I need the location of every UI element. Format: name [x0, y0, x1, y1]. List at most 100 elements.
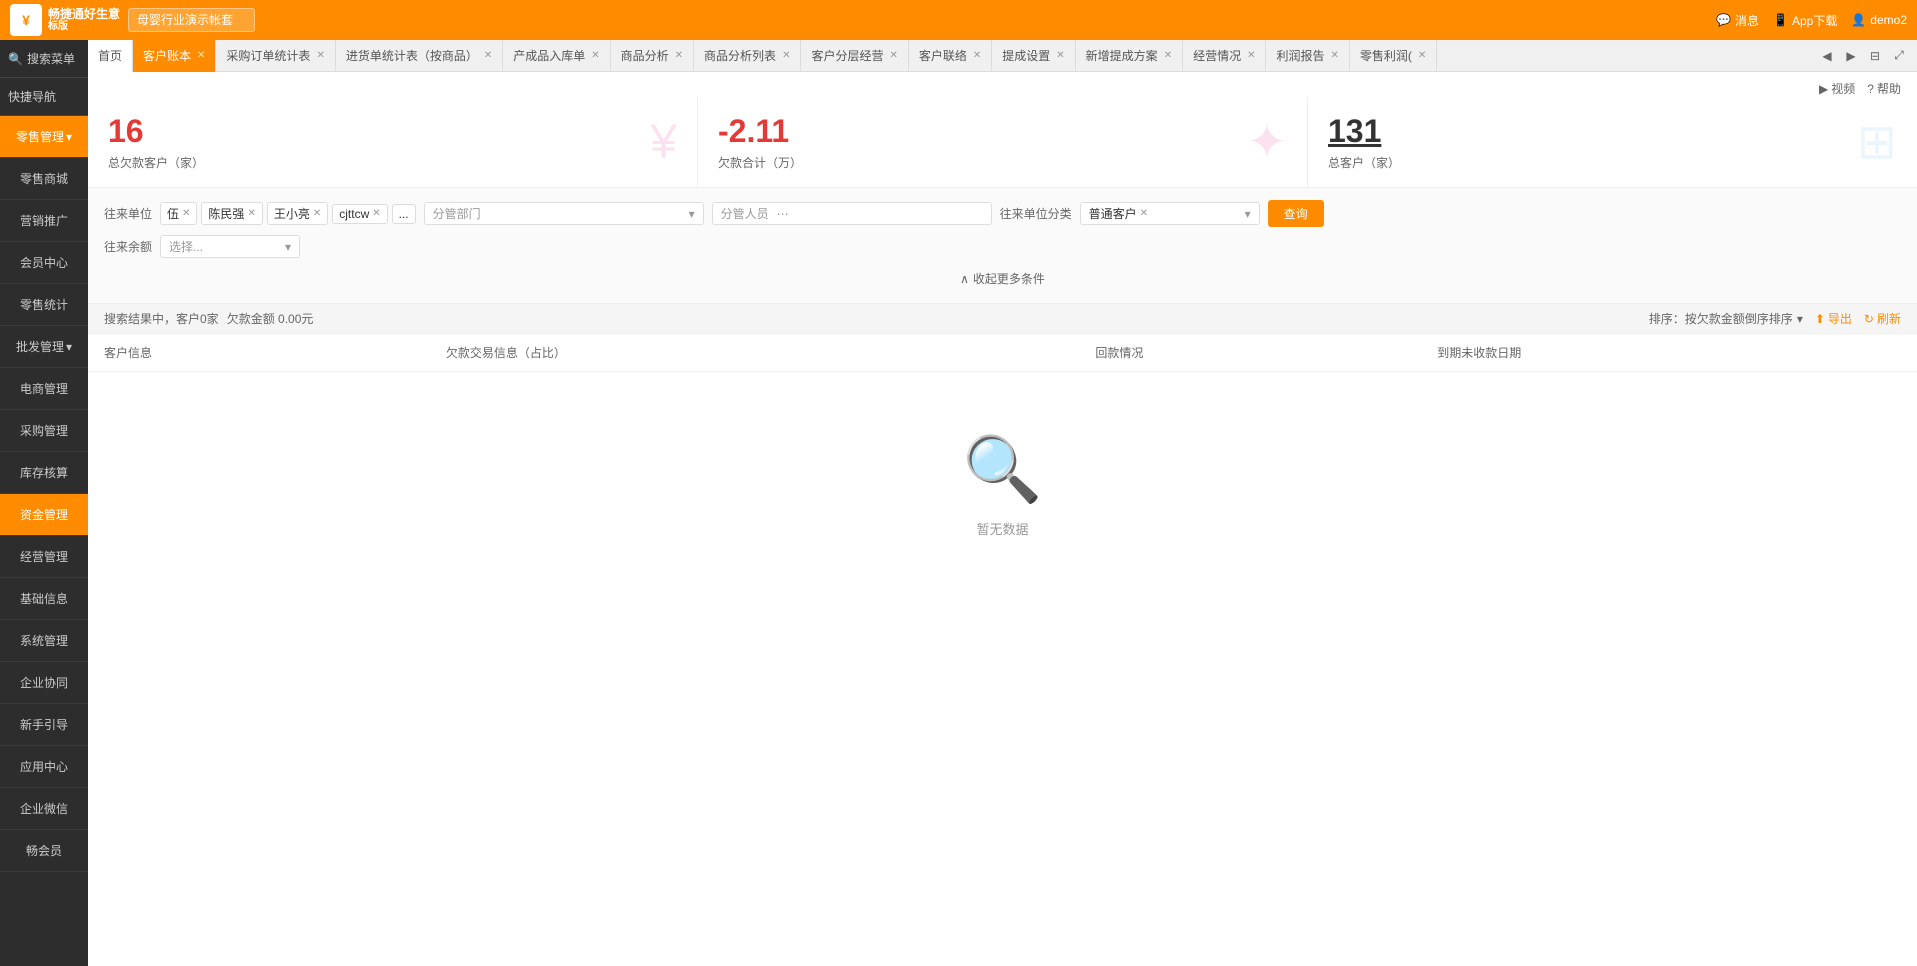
content-area: 首页 客户账本 ✕ 采购订单统计表 ✕ 进货单统计表（按商品） ✕ 产成品入库单… [88, 40, 1917, 966]
top-bar: ¥ 畅捷通好生意 标版 母婴行业演示帐套 💬 消息 📱 App下载 👤 demo… [0, 0, 1917, 40]
sidebar-quick-nav[interactable]: 快捷导航 [0, 78, 88, 116]
export-btn[interactable]: ⬆ 导出 [1815, 310, 1852, 327]
unit-tag-wang-close[interactable]: ✕ [313, 208, 321, 219]
tab-purchase-order-stats[interactable]: 采购订单统计表 ✕ [216, 40, 335, 72]
tab-close-commission[interactable]: ✕ [1056, 50, 1064, 61]
app-download-btn[interactable]: 📱 App下载 [1773, 12, 1837, 29]
user-avatar[interactable]: 👤 demo2 [1851, 13, 1907, 27]
tab-profit-report[interactable]: 利润报告 ✕ [1266, 40, 1349, 72]
tab-retail-profit[interactable]: 零售利润( ✕ [1350, 40, 1437, 72]
tab-product-analysis-list[interactable]: 商品分析列表 ✕ [694, 40, 801, 72]
tab-close-profit-report[interactable]: ✕ [1331, 50, 1339, 61]
tab-new-commission[interactable]: 新增提成方案 ✕ [1076, 40, 1183, 72]
sidebar-item-purchase[interactable]: 采购管理 [0, 410, 88, 452]
sidebar-item-label-14: 新手引导 [20, 718, 68, 732]
sidebar-item-ecommerce[interactable]: 电商管理 [0, 368, 88, 410]
sidebar-item-changhui[interactable]: 畅会员 [0, 830, 88, 872]
unit-tag-cjttcw-close[interactable]: ✕ [372, 208, 380, 219]
sort-select[interactable]: 排序：按欠款金额倒序排序 ▾ [1649, 310, 1803, 327]
sidebar-item-app-center[interactable]: 应用中心 [0, 746, 88, 788]
unit-type-filter-select[interactable]: 普通客户 ✕ ▾ [1080, 202, 1260, 225]
tab-close-customer-ledger[interactable]: ✕ [197, 50, 205, 61]
unit-tag-wu-close[interactable]: ✕ [182, 208, 190, 219]
sort-label: 排序：按欠款金额倒序排序 [1649, 310, 1793, 327]
tab-fullscreen[interactable]: ⤢ [1889, 46, 1909, 66]
tab-close-purchase-order[interactable]: ✕ [316, 50, 324, 61]
tab-label-new-commission: 新增提成方案 [1086, 47, 1158, 64]
video-help-btn[interactable]: ▶ 视频 [1819, 80, 1855, 97]
sidebar-item-enterprise-collab[interactable]: 企业协同 [0, 662, 88, 704]
tab-customer-ledger[interactable]: 客户账本 ✕ [133, 40, 216, 72]
tab-product-analysis[interactable]: 商品分析 ✕ [611, 40, 694, 72]
sidebar-item-basic-info[interactable]: 基础信息 [0, 578, 88, 620]
sidebar-item-marketing[interactable]: 营销推广 [0, 200, 88, 242]
tab-scroll-right[interactable]: ▶ [1841, 46, 1861, 66]
sidebar-item-retail-management[interactable]: 零售管理 ▾ [0, 116, 88, 158]
refresh-btn[interactable]: ↻ 刷新 [1864, 310, 1901, 327]
sidebar-search[interactable]: 🔍 搜索菜单 [0, 40, 88, 78]
person-more-icon[interactable]: ⋯ [777, 207, 789, 221]
tab-label-profit-report: 利润报告 [1276, 47, 1324, 64]
tab-label-commission: 提成设置 [1002, 47, 1050, 64]
tab-close-customer-contact[interactable]: ✕ [973, 50, 981, 61]
sidebar-item-label-7: 采购管理 [20, 424, 68, 438]
sort-arrow-icon: ▾ [1797, 312, 1803, 326]
filter-row-1: 往来单位 伍 ✕ 陈民强 ✕ 王小亮 ✕ [104, 200, 1901, 227]
help-btn[interactable]: ? 帮助 [1867, 80, 1901, 97]
col-customer-info: 客户信息 [88, 334, 430, 372]
sidebar-item-retail-stats[interactable]: 零售统计 [0, 284, 88, 326]
tab-close-inbound[interactable]: ✕ [484, 50, 492, 61]
sidebar-item-beginner-guide[interactable]: 新手引导 [0, 704, 88, 746]
tab-close-customer-layer[interactable]: ✕ [889, 50, 897, 61]
person-filter-select[interactable]: 分管人员 ⋯ [712, 202, 992, 225]
sidebar-item-operations[interactable]: 经营管理 [0, 536, 88, 578]
message-label: 消息 [1735, 12, 1759, 29]
tab-close-product-list[interactable]: ✕ [782, 50, 790, 61]
sidebar-item-retail-mall[interactable]: 零售商城 [0, 158, 88, 200]
industry-selector[interactable]: 母婴行业演示帐套 [128, 8, 255, 32]
home-tab-label: 首页 [98, 47, 122, 64]
tab-scroll-left[interactable]: ◀ [1817, 46, 1837, 66]
tab-close-product-analysis[interactable]: ✕ [675, 50, 683, 61]
sidebar-item-inventory[interactable]: 库存核算 [0, 452, 88, 494]
dept-filter-select[interactable]: 分管部门 ▾ [424, 202, 704, 225]
tab-close-new-commission[interactable]: ✕ [1164, 50, 1172, 61]
tab-label-purchase-order: 采购订单统计表 [226, 47, 310, 64]
tab-label-retail-profit: 零售利润( [1360, 47, 1412, 64]
tab-expand[interactable]: ⊟ [1865, 46, 1885, 66]
tab-operations[interactable]: 经营情况 ✕ [1183, 40, 1266, 72]
unit-type-tag-close[interactable]: ✕ [1140, 208, 1148, 219]
unit-tag-chen-close[interactable]: ✕ [247, 208, 255, 219]
video-label: 视频 [1831, 80, 1855, 97]
unit-tag-wang: 王小亮 ✕ [267, 202, 328, 225]
search-result-text: 搜索结果中，客户0家 [104, 310, 219, 327]
play-icon: ▶ [1819, 82, 1828, 96]
unit-tag-more[interactable]: ... [392, 204, 416, 224]
tab-close-product-inbound[interactable]: ✕ [591, 50, 599, 61]
sidebar-item-wholesale[interactable]: 批发管理 ▾ [0, 326, 88, 368]
col-debt-info: 欠款交易信息（占比） [430, 334, 1080, 372]
tab-bar-controls: ◀ ▶ ⊟ ⤢ [1809, 46, 1917, 66]
sidebar-item-system[interactable]: 系统管理 [0, 620, 88, 662]
tab-close-operations[interactable]: ✕ [1247, 50, 1255, 61]
sidebar-item-enterprise-wechat[interactable]: 企业微信 [0, 788, 88, 830]
message-btn[interactable]: 💬 消息 [1716, 12, 1759, 29]
tab-product-inbound[interactable]: 产成品入库单 ✕ [503, 40, 610, 72]
query-button[interactable]: 查询 [1268, 200, 1324, 227]
stat-value-debt-amount: -2.11 [718, 113, 1287, 150]
tab-label-product-inbound: 产成品入库单 [513, 47, 585, 64]
tab-close-retail-profit[interactable]: ✕ [1418, 50, 1426, 61]
sidebar-item-member-center[interactable]: 会员中心 [0, 242, 88, 284]
tab-home[interactable]: 首页 [88, 40, 133, 72]
top-bar-left: ¥ 畅捷通好生意 标版 母婴行业演示帐套 [10, 4, 255, 36]
tab-customer-contact[interactable]: 客户联络 ✕ [909, 40, 992, 72]
sidebar-item-finance[interactable]: 资金管理 [0, 494, 88, 536]
tab-customer-layer[interactable]: 客户分层经营 ✕ [801, 40, 908, 72]
question-icon: ? [1867, 82, 1874, 96]
collapse-btn[interactable]: ∧ 收起更多条件 [104, 266, 1901, 291]
main-layout: 🔍 搜索菜单 快捷导航 零售管理 ▾ 零售商城 营销推广 会员中心 零售统计 批… [0, 40, 1917, 966]
tab-inbound-stats[interactable]: 进货单统计表（按商品） ✕ [336, 40, 503, 72]
sidebar-item-label-3: 会员中心 [20, 256, 68, 270]
balance-filter-select[interactable]: 选择... ▾ [160, 235, 300, 258]
tab-commission-settings[interactable]: 提成设置 ✕ [992, 40, 1075, 72]
